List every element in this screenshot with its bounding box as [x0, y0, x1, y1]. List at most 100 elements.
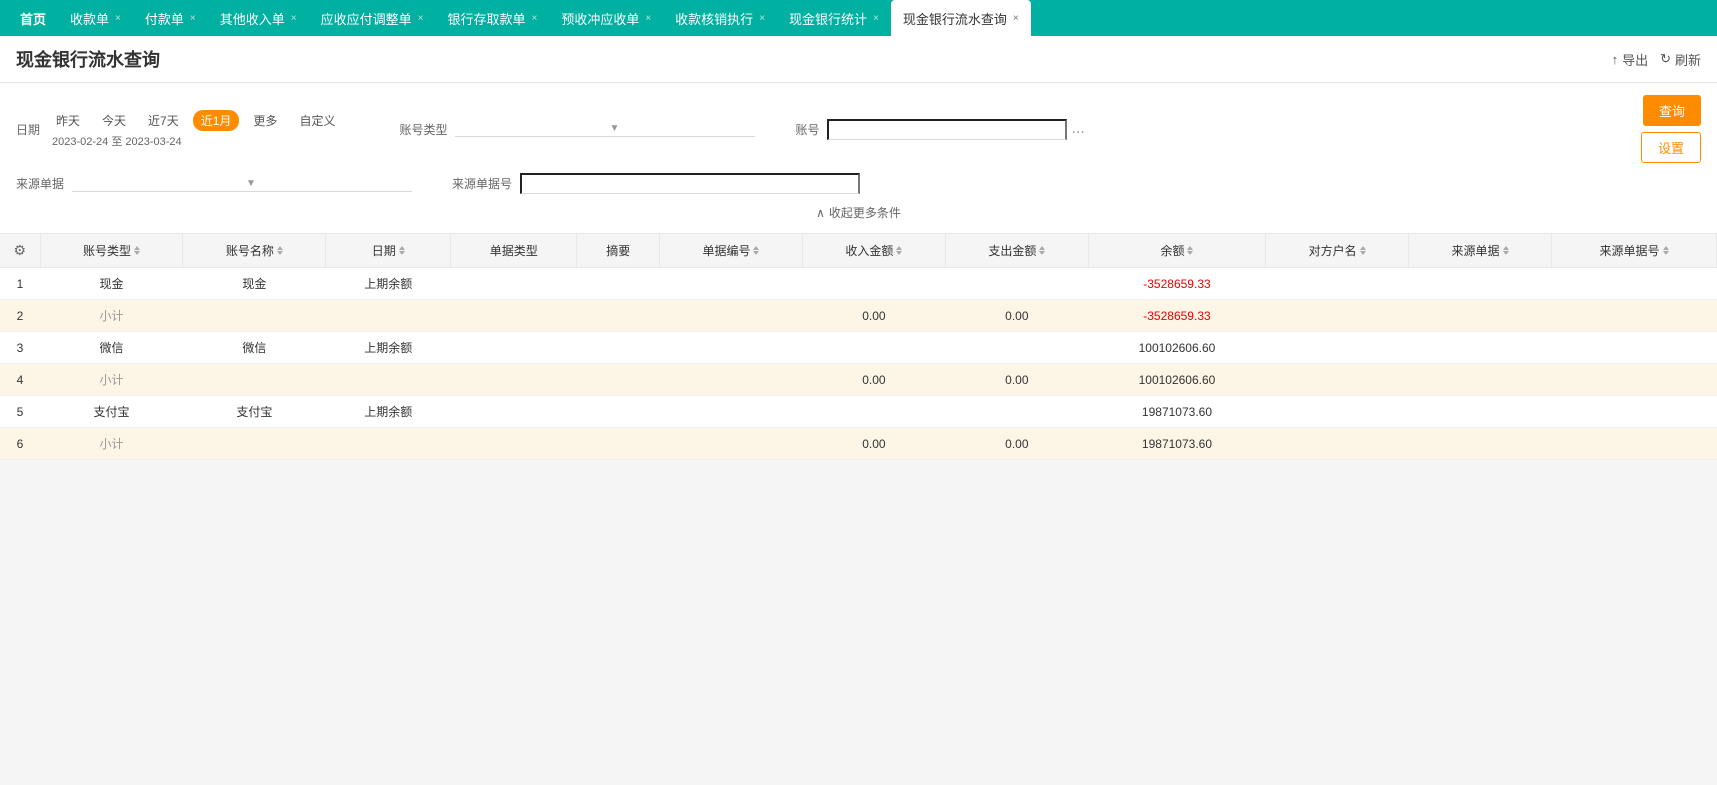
sort-icon	[1503, 246, 1509, 255]
source-doc-select[interactable]: ▼	[72, 176, 412, 192]
account-type-select[interactable]: ▼	[455, 121, 755, 137]
cell-source-doc	[1409, 300, 1552, 332]
th-source-doc[interactable]: 来源单据	[1409, 234, 1552, 268]
gear-icon[interactable]: ⚙	[13, 242, 26, 258]
source-doc-no-input[interactable]	[520, 173, 860, 194]
th-income[interactable]: 收入金额	[802, 234, 945, 268]
th-counter-party[interactable]: 对方户名	[1266, 234, 1409, 268]
th-account-type[interactable]: 账号类型	[40, 234, 183, 268]
close-icon[interactable]: ×	[115, 13, 121, 24]
cell-summary	[577, 428, 659, 460]
nav-item-prepay[interactable]: 预收冲应收单 ×	[549, 0, 663, 36]
nav-item-receive[interactable]: 收款单 ×	[58, 0, 133, 36]
cell-expense	[945, 396, 1088, 428]
date-1month[interactable]: 近1月	[193, 110, 240, 131]
cell-expense: 0.00	[945, 364, 1088, 396]
account-label: 账号	[795, 121, 819, 138]
cell-doc-type	[451, 332, 577, 364]
th-doc-no[interactable]: 单据编号	[659, 234, 802, 268]
collapse-button[interactable]: ∧ 收起更多条件	[16, 200, 1701, 225]
dots-button[interactable]: ...	[1071, 120, 1084, 138]
close-icon[interactable]: ×	[531, 13, 537, 24]
nav-item-home[interactable]: 首页	[8, 0, 58, 36]
date-range-display: 2023-02-24 至 2023-03-24	[52, 133, 343, 149]
cell-balance: -3528659.33	[1088, 268, 1265, 300]
cell-account-type: 小计	[40, 428, 183, 460]
cell-balance: 100102606.60	[1088, 332, 1265, 364]
data-table: ⚙ 账号类型 账号名称	[0, 234, 1717, 460]
close-icon[interactable]: ×	[291, 13, 297, 24]
cell-index: 1	[0, 268, 40, 300]
cell-counter-party	[1266, 332, 1409, 364]
date-today[interactable]: 今天	[94, 110, 134, 131]
cell-source-doc-no	[1552, 364, 1717, 396]
cell-source-doc	[1409, 364, 1552, 396]
sort-icon	[1360, 246, 1366, 255]
cell-account-name: 支付宝	[183, 396, 326, 428]
cell-doc-type	[451, 300, 577, 332]
cell-account-type: 小计	[40, 364, 183, 396]
cell-expense: 0.00	[945, 428, 1088, 460]
close-icon[interactable]: ×	[759, 13, 765, 24]
account-type-filter: 账号类型 ▼	[399, 121, 755, 138]
nav-item-adjust[interactable]: 应收应付调整单 ×	[309, 0, 436, 36]
table-row: 5支付宝支付宝上期余额19871073.60	[0, 396, 1717, 428]
cell-source-doc-no	[1552, 300, 1717, 332]
nav-item-writeoff[interactable]: 收款核销执行 ×	[663, 0, 777, 36]
close-icon[interactable]: ×	[190, 13, 196, 24]
cell-counter-party	[1266, 396, 1409, 428]
th-settings: ⚙	[0, 234, 40, 268]
cell-account-name: 现金	[183, 268, 326, 300]
date-7days[interactable]: 近7天	[140, 110, 187, 131]
account-input[interactable]	[827, 119, 1067, 140]
refresh-button[interactable]: ↻ 刷新	[1660, 50, 1701, 69]
th-source-doc-no[interactable]: 来源单据号	[1552, 234, 1717, 268]
export-button[interactable]: ↑ 导出	[1612, 50, 1649, 69]
cell-summary	[577, 268, 659, 300]
cell-source-doc	[1409, 332, 1552, 364]
th-balance[interactable]: 余额	[1088, 234, 1265, 268]
nav-item-other-income[interactable]: 其他收入单 ×	[208, 0, 309, 36]
cell-account-type: 现金	[40, 268, 183, 300]
cell-doc-type	[451, 396, 577, 428]
th-expense[interactable]: 支出金额	[945, 234, 1088, 268]
cell-balance: -3528659.33	[1088, 300, 1265, 332]
cell-income: 0.00	[802, 428, 945, 460]
cell-summary	[577, 396, 659, 428]
nav-item-stats[interactable]: 现金银行统计 ×	[777, 0, 891, 36]
table-row: 4小计0.000.00100102606.60	[0, 364, 1717, 396]
cell-doc-no	[659, 268, 802, 300]
th-account-name[interactable]: 账号名称	[183, 234, 326, 268]
header-actions: ↑ 导出 ↻ 刷新	[1612, 50, 1701, 69]
account-type-label: 账号类型	[399, 121, 447, 138]
cell-account-name	[183, 364, 326, 396]
cell-income: 0.00	[802, 364, 945, 396]
cell-counter-party	[1266, 300, 1409, 332]
sort-icon	[1039, 246, 1045, 255]
setting-button[interactable]: 设置	[1641, 132, 1701, 163]
nav-item-bank[interactable]: 银行存取款单 ×	[435, 0, 549, 36]
close-icon[interactable]: ×	[645, 13, 651, 24]
date-custom[interactable]: 自定义	[291, 110, 343, 131]
chevron-down-icon: ▼	[609, 123, 751, 134]
close-icon[interactable]: ×	[1013, 13, 1019, 24]
close-icon[interactable]: ×	[873, 13, 879, 24]
table-area: ⚙ 账号类型 账号名称	[0, 234, 1717, 460]
cell-summary	[577, 364, 659, 396]
cell-counter-party	[1266, 268, 1409, 300]
cell-date	[326, 300, 451, 332]
cell-balance: 100102606.60	[1088, 364, 1265, 396]
close-icon[interactable]: ×	[418, 13, 424, 24]
th-date[interactable]: 日期	[326, 234, 451, 268]
query-button[interactable]: 查询	[1643, 95, 1701, 126]
nav-item-pay[interactable]: 付款单 ×	[133, 0, 208, 36]
export-icon: ↑	[1612, 52, 1619, 67]
date-more[interactable]: 更多	[245, 110, 285, 131]
cell-account-name	[183, 300, 326, 332]
table-row: 6小计0.000.0019871073.60	[0, 428, 1717, 460]
date-yesterday[interactable]: 昨天	[48, 110, 88, 131]
nav-item-cashflow[interactable]: 现金银行流水查询 ×	[891, 0, 1031, 36]
sort-icon	[1187, 246, 1193, 255]
table-body: 1现金现金上期余额-3528659.332小计0.000.00-3528659.…	[0, 268, 1717, 460]
sort-icon	[399, 246, 405, 255]
